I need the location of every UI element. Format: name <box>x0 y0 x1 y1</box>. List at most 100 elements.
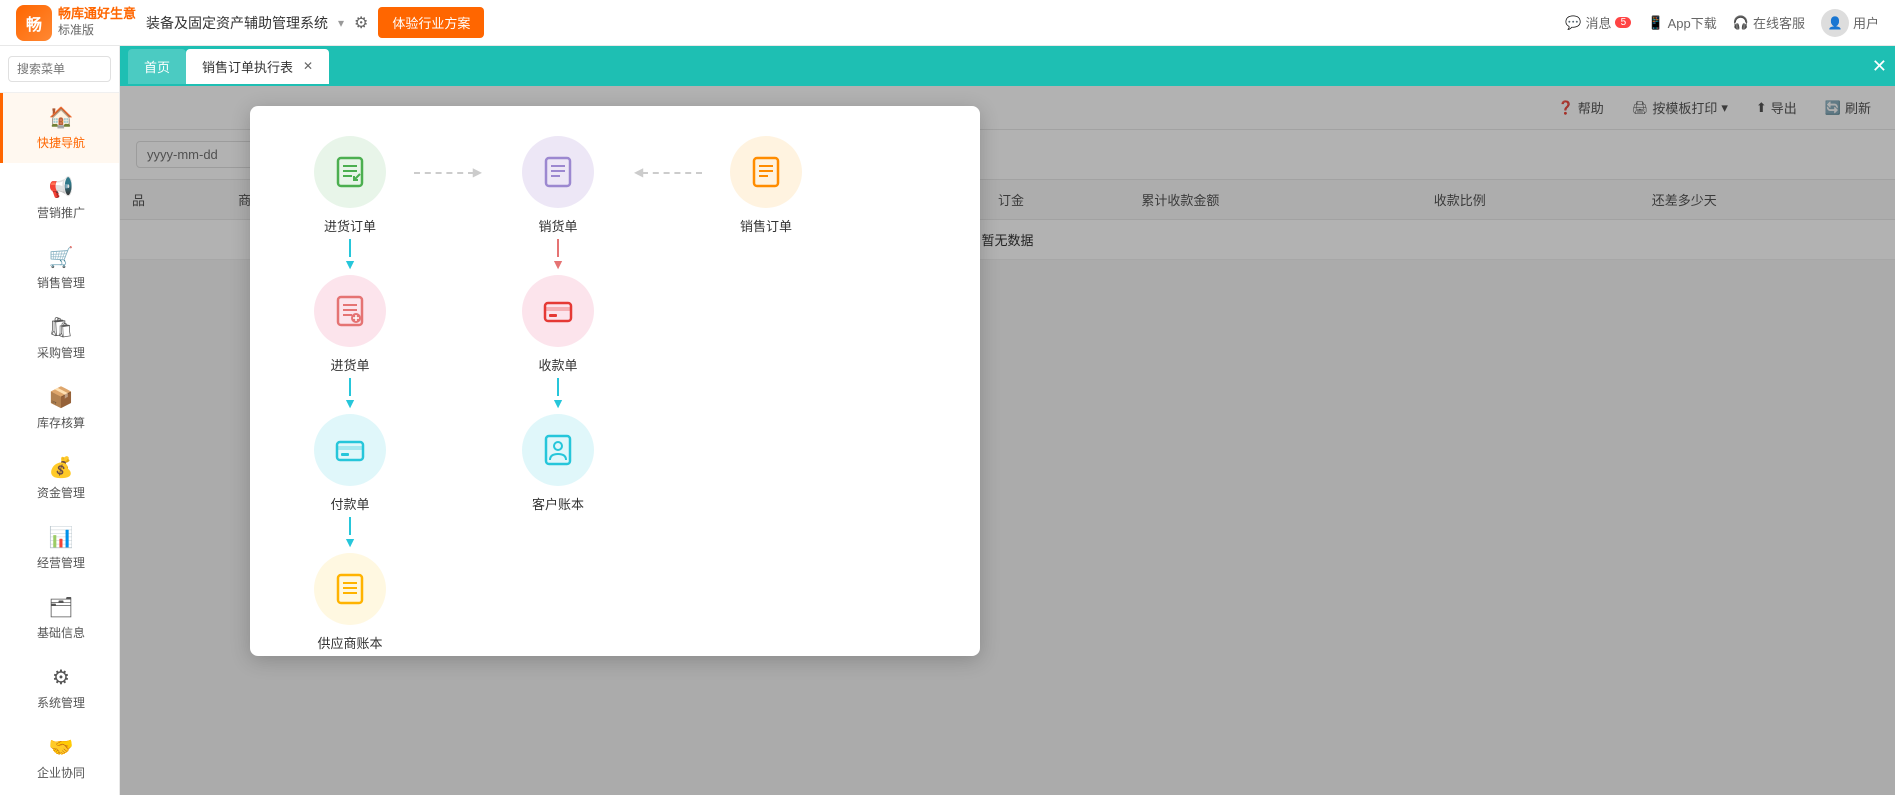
sidebar-label-sales: 销售管理 <box>37 274 85 291</box>
message-label: 消息 <box>1585 13 1611 32</box>
system-title: 装备及固定资产辅助管理系统 <box>146 13 328 33</box>
top-header: 畅 畅库通好生意 标准版 装备及固定资产辅助管理系统 ▾ ⚙ 体验行业方案 💬 … <box>0 0 1895 46</box>
sidebar-item-operation[interactable]: 📊 经营管理 <box>0 513 119 583</box>
logo-area: 畅 畅库通好生意 标准版 <box>16 5 136 41</box>
logo-char: 畅 <box>26 11 42 35</box>
online-service-item[interactable]: 🎧 在线客服 <box>1733 13 1805 32</box>
search-input[interactable] <box>8 56 111 82</box>
system-icon: ⚙ <box>52 665 70 690</box>
sidebar-label-finance: 资金管理 <box>37 484 85 501</box>
message-item[interactable]: 💬 消息 5 <box>1565 13 1631 32</box>
sidebar-label-enterprise: 企业协同 <box>37 764 85 781</box>
try-button[interactable]: 体验行业方案 <box>378 7 484 38</box>
tab-home-label: 首页 <box>144 57 170 76</box>
logo-icon: 畅 <box>16 5 52 41</box>
sidebar-item-enterprise[interactable]: 🤝 企业协同 <box>0 723 119 793</box>
purchase-bill-label: 进货单 <box>330 355 369 374</box>
sidebar-item-purchase[interactable]: 🛍 采购管理 <box>0 303 119 373</box>
tab-sales-order[interactable]: 销售订单执行表 ✕ <box>186 49 329 84</box>
basic-icon: 🗂 <box>48 595 73 620</box>
message-badge: 5 <box>1615 17 1631 28</box>
sidebar-search-area <box>0 46 119 93</box>
sidebar-item-system[interactable]: ⚙ 系统管理 <box>0 653 119 723</box>
header-left: 畅 畅库通好生意 标准版 装备及固定资产辅助管理系统 ▾ ⚙ 体验行业方案 <box>16 5 484 41</box>
arrow-v-4: ▼ <box>551 239 565 271</box>
tab-bar: 首页 销售订单执行表 ✕ ✕ <box>120 46 1895 86</box>
user-item[interactable]: 👤 用户 <box>1821 9 1879 37</box>
flow-node-customer-account[interactable]: 客户账本 <box>498 414 618 513</box>
receipt-label: 收款单 <box>538 355 577 374</box>
finance-icon: 💰 <box>49 455 74 480</box>
flow-node-sales-order[interactable]: 销售订单 <box>706 136 826 235</box>
marketing-icon: 📢 <box>49 175 74 200</box>
h-arrow-1 <box>414 172 474 174</box>
app-download-icon: 📱 <box>1647 15 1663 31</box>
flow-node-purchase-order[interactable]: 进货订单 <box>290 136 410 235</box>
sidebar-item-finance[interactable]: 💰 资金管理 <box>0 443 119 513</box>
customer-account-label: 客户账本 <box>532 494 584 513</box>
flow-node-supplier-account[interactable]: 供应商账本 <box>290 553 410 652</box>
logo-line2: 标准版 <box>58 23 136 39</box>
flow-node-receipt[interactable]: 收款单 <box>498 275 618 374</box>
sidebar-item-basic[interactable]: 🗂 基础信息 <box>0 583 119 653</box>
logo-text: 畅库通好生意 标准版 <box>58 6 136 38</box>
arrow-v-2: ▼ <box>343 378 357 410</box>
flow-node-purchase-bill[interactable]: 进货单 <box>290 275 410 374</box>
inventory-icon: 📦 <box>49 385 74 410</box>
supplier-account-label: 供应商账本 <box>317 633 382 652</box>
payment-label: 付款单 <box>330 494 369 513</box>
header-right: 💬 消息 5 📱 App下载 🎧 在线客服 👤 用户 <box>1565 9 1879 37</box>
user-avatar: 👤 <box>1821 9 1849 37</box>
sales-icon: 🛒 <box>49 245 74 270</box>
tab-close-icon[interactable]: ✕ <box>303 59 313 73</box>
flow-area: 进货订单 ▼ <box>250 106 980 656</box>
payment-circle <box>314 414 386 486</box>
flow-node-sales-bill[interactable]: 销货单 <box>498 136 618 235</box>
settings-icon[interactable]: ⚙ <box>354 13 368 33</box>
sidebar-item-inventory[interactable]: 📦 库存核算 <box>0 373 119 443</box>
app-download-item[interactable]: 📱 App下载 <box>1647 13 1716 32</box>
sales-bill-label: 销货单 <box>538 216 577 235</box>
online-service-icon: 🎧 <box>1733 15 1749 31</box>
purchase-icon: 🛍 <box>48 315 73 340</box>
sidebar-label-operation: 经营管理 <box>37 554 85 571</box>
user-label: 用户 <box>1853 13 1879 32</box>
purchase-bill-circle <box>314 275 386 347</box>
sidebar-label-basic: 基础信息 <box>37 624 85 641</box>
modal-box: 进货订单 ▼ <box>250 106 980 656</box>
tab-sales-order-label: 销售订单执行表 <box>202 57 293 76</box>
enterprise-icon: 🤝 <box>49 735 74 760</box>
h-arrow-2 <box>642 172 702 174</box>
arrow-v-3: ▼ <box>343 517 357 549</box>
page-content: ❓ 帮助 🖨 按模板打印 ▾ ⬆ 导出 🔄 刷新 <box>120 86 1895 795</box>
quick-nav-icon: 🏠 <box>49 105 74 130</box>
sidebar-label-quick-nav: 快捷导航 <box>37 134 85 151</box>
content-area: 首页 销售订单执行表 ✕ ✕ ❓ 帮助 🖨 <box>120 46 1895 795</box>
sales-bill-circle <box>522 136 594 208</box>
sidebar-label-inventory: 库存核算 <box>37 414 85 431</box>
arrow-v-1: ▼ <box>343 239 357 271</box>
logo-line1: 畅库通好生意 <box>58 6 136 23</box>
sidebar-label-purchase: 采购管理 <box>37 344 85 361</box>
flow-node-payment[interactable]: 付款单 <box>290 414 410 513</box>
sidebar-item-quick-nav[interactable]: 🏠 快捷导航 <box>0 93 119 163</box>
receipt-circle <box>522 275 594 347</box>
sidebar-label-marketing: 营销推广 <box>37 204 85 221</box>
close-window-icon[interactable]: ✕ <box>1872 56 1887 77</box>
supplier-account-circle <box>314 553 386 625</box>
tab-home[interactable]: 首页 <box>128 49 186 84</box>
sales-order-label: 销售订单 <box>740 216 792 235</box>
operation-icon: 📊 <box>49 525 74 550</box>
online-service-label: 在线客服 <box>1753 13 1805 32</box>
sidebar: 🏠 快捷导航 📢 营销推广 🛒 销售管理 🛍 采购管理 📦 库存核算 💰 <box>0 46 120 795</box>
sidebar-item-sales[interactable]: 🛒 销售管理 <box>0 233 119 303</box>
system-dropdown-arrow[interactable]: ▾ <box>338 16 344 30</box>
main-body: 🏠 快捷导航 📢 营销推广 🛒 销售管理 🛍 采购管理 📦 库存核算 💰 <box>0 46 1895 795</box>
app-download-label: App下载 <box>1668 13 1717 32</box>
arrow-v-5: ▼ <box>551 378 565 410</box>
message-icon: 💬 <box>1565 15 1581 31</box>
customer-account-circle <box>522 414 594 486</box>
modal-overlay[interactable]: 进货订单 ▼ <box>120 86 1895 795</box>
purchase-order-label: 进货订单 <box>324 216 376 235</box>
sidebar-item-marketing[interactable]: 📢 营销推广 <box>0 163 119 233</box>
